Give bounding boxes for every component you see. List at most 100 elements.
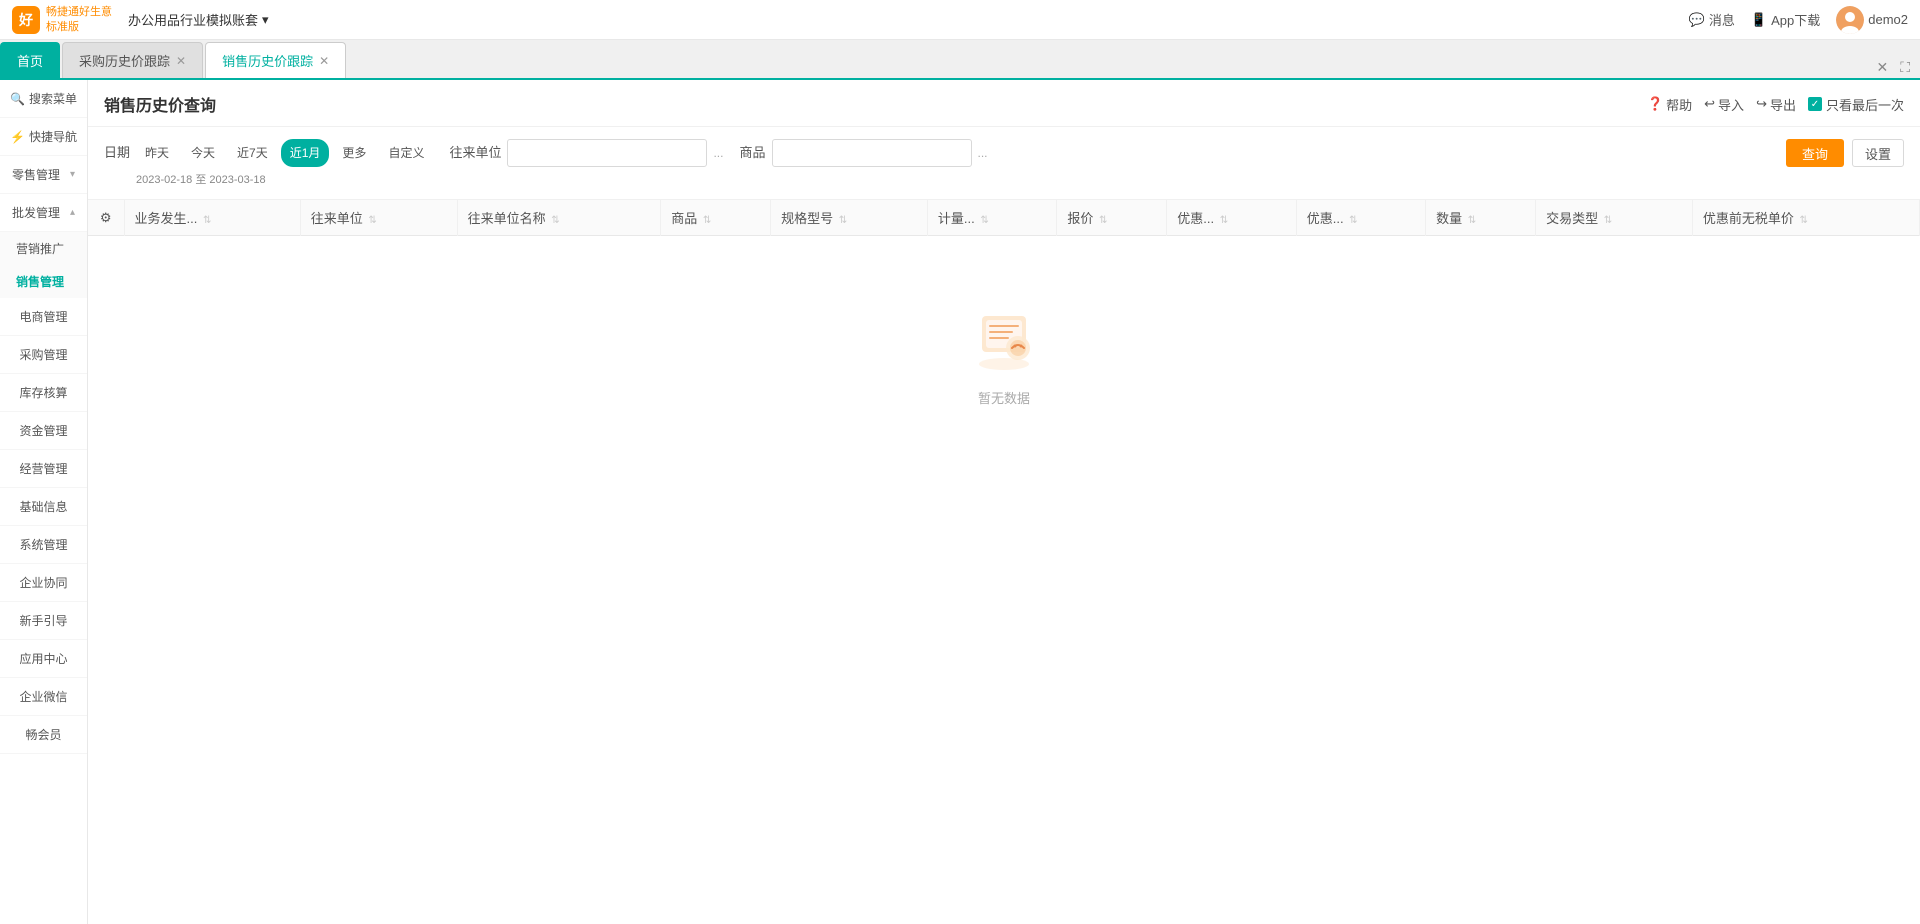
sidebar-item-purchase-mgr[interactable]: 采购管理	[0, 336, 87, 374]
sidebar-sub-item-marketing[interactable]: 营销推广	[0, 232, 87, 265]
col-unit[interactable]: 计量... ⇅	[927, 200, 1056, 236]
import-icon: ↩	[1704, 96, 1715, 112]
logo-area: 好 畅捷通好生意 标准版	[12, 5, 112, 34]
sidebar-label-guide: 新手引导	[19, 612, 67, 629]
col-trade-type[interactable]: 交易类型 ⇅	[1536, 200, 1693, 236]
product-input-group: ...	[772, 139, 988, 167]
settings-button[interactable]: 设置	[1852, 139, 1904, 167]
username-label: demo2	[1868, 12, 1908, 27]
product-input[interactable]	[772, 139, 972, 167]
date-btn-today[interactable]: 今天	[182, 139, 224, 167]
col-discount1[interactable]: 优惠... ⇅	[1167, 200, 1296, 236]
date-btn-1month[interactable]: 近1月	[281, 139, 330, 167]
date-btn-7days[interactable]: 近7天	[228, 139, 277, 167]
date-btn-custom[interactable]: 自定义	[379, 139, 433, 167]
sidebar-item-retail[interactable]: 零售管理 ▾	[0, 156, 87, 194]
sidebar-item-inventory[interactable]: 库存核算	[0, 374, 87, 412]
sidebar-item-guide[interactable]: 新手引导	[0, 602, 87, 640]
import-button[interactable]: ↩ 导入	[1704, 95, 1744, 114]
sidebar-sub-item-sales-mgr[interactable]: 销售管理	[0, 265, 87, 298]
product-dots[interactable]: ...	[978, 146, 988, 160]
sidebar-label-inventory: 库存核算	[19, 384, 67, 401]
export-label: 导出	[1770, 95, 1796, 114]
tab-purchase[interactable]: 采购历史价跟踪 ✕	[62, 42, 203, 78]
col-qty[interactable]: 数量 ⇅	[1426, 200, 1536, 236]
sidebar-item-member[interactable]: 畅会员	[0, 716, 87, 754]
help-icon: ❓	[1647, 96, 1663, 112]
message-button[interactable]: 💬 消息	[1689, 10, 1735, 29]
date-filter-label: 日期	[104, 139, 130, 167]
col-biz-date[interactable]: 业务发生... ⇅	[124, 200, 300, 236]
partner-input[interactable]	[507, 139, 707, 167]
col-partner-code[interactable]: 往来单位 ⇅	[300, 200, 457, 236]
filter-group-date: 日期 昨天 今天 近7天 近1月 更多 自定义 2023-02-18 至 202…	[104, 139, 433, 187]
sidebar-item-enterprise[interactable]: 企业协同	[0, 564, 87, 602]
user-profile[interactable]: demo2	[1836, 6, 1908, 34]
sidebar-label-member: 畅会员	[25, 726, 61, 743]
sidebar-label-basic: 基础信息	[19, 498, 67, 515]
message-label: 消息	[1709, 10, 1735, 29]
sidebar-item-system[interactable]: 系统管理	[0, 526, 87, 564]
date-range-text: 2023-02-18 至 2023-03-18	[136, 171, 433, 187]
date-btn-more[interactable]: 更多	[333, 139, 375, 167]
sidebar-item-operations[interactable]: 经营管理	[0, 450, 87, 488]
sidebar-label-purchase-mgr: 采购管理	[19, 346, 67, 363]
empty-state: 暂无数据	[88, 236, 1920, 467]
close-tab-action-icon[interactable]: ✕	[1874, 57, 1890, 78]
workspace-selector[interactable]: 办公用品行业模拟账套 ▾	[120, 6, 277, 33]
search-icon: 🔍	[10, 92, 25, 106]
sidebar-item-wholesale[interactable]: 批发管理 ▴	[0, 194, 87, 232]
col-product[interactable]: 商品 ⇅	[661, 200, 771, 236]
message-icon: 💬	[1689, 12, 1705, 28]
avatar	[1836, 6, 1864, 34]
logo-text: 畅捷通好生意 标准版	[46, 5, 112, 34]
sidebar-item-finance[interactable]: 资金管理	[0, 412, 87, 450]
import-label: 导入	[1718, 95, 1744, 114]
date-options: 昨天 今天 近7天 近1月 更多 自定义 2023-02-18 至 2023-0…	[136, 139, 433, 187]
sidebar-label-ecommerce: 电商管理	[19, 308, 67, 325]
sidebar-label-marketing: 营销推广	[16, 242, 64, 256]
sidebar-item-basic[interactable]: 基础信息	[0, 488, 87, 526]
chevron-up-icon-wholesale: ▴	[70, 207, 75, 218]
chevron-down-icon: ▾	[262, 12, 269, 28]
col-settings[interactable]: ⚙	[88, 200, 124, 236]
partner-input-group: ...	[507, 139, 723, 167]
top-bar-left: 好 畅捷通好生意 标准版 办公用品行业模拟账套 ▾	[12, 5, 277, 34]
close-purchase-tab-icon[interactable]: ✕	[176, 55, 186, 67]
sidebar-item-shortcut[interactable]: ⚡ 快捷导航	[0, 118, 87, 156]
col-tax-price[interactable]: 优惠前无税单价 ⇅	[1692, 200, 1919, 236]
avatar-image	[1836, 6, 1864, 34]
sidebar-item-search[interactable]: 🔍 搜索菜单	[0, 80, 87, 118]
only-last-checkbox[interactable]: ✓ 只看最后一次	[1808, 95, 1904, 114]
date-btn-yesterday[interactable]: 昨天	[136, 139, 178, 167]
export-button[interactable]: ↪ 导出	[1756, 95, 1796, 114]
data-table: ⚙ 业务发生... ⇅ 往来单位 ⇅ 往来单位名称 ⇅ 商品 ⇅ 规格型号 ⇅ …	[88, 200, 1920, 236]
sidebar-label-sales-mgr: 销售管理	[16, 275, 64, 289]
fullscreen-icon[interactable]: ⛶	[1898, 57, 1912, 78]
query-button[interactable]: 查询	[1786, 139, 1844, 167]
sidebar-item-apps[interactable]: 应用中心	[0, 640, 87, 678]
tab-sales[interactable]: 销售历史价跟踪 ✕	[205, 42, 346, 78]
close-sales-tab-icon[interactable]: ✕	[319, 55, 329, 67]
empty-text: 暂无数据	[978, 388, 1030, 407]
empty-state-icon	[964, 296, 1044, 376]
help-button[interactable]: ❓ 帮助	[1647, 95, 1692, 114]
col-discount2[interactable]: 优惠... ⇅	[1296, 200, 1425, 236]
filter-bar: 日期 昨天 今天 近7天 近1月 更多 自定义 2023-02-18 至 202…	[88, 127, 1920, 200]
partner-dots[interactable]: ...	[713, 146, 723, 160]
table-container: ⚙ 业务发生... ⇅ 往来单位 ⇅ 往来单位名称 ⇅ 商品 ⇅ 规格型号 ⇅ …	[88, 200, 1920, 924]
col-partner-name[interactable]: 往来单位名称 ⇅	[457, 200, 661, 236]
sidebar: 🔍 搜索菜单 ⚡ 快捷导航 零售管理 ▾ 批发管理 ▴ 营销推广 销售管理 电商…	[0, 80, 88, 924]
sidebar-label-search: 搜索菜单	[29, 90, 77, 107]
app-download-button[interactable]: 📱 App下载	[1751, 10, 1820, 29]
header-row: ⚙ 业务发生... ⇅ 往来单位 ⇅ 往来单位名称 ⇅ 商品 ⇅ 规格型号 ⇅ …	[88, 200, 1920, 236]
col-spec[interactable]: 规格型号 ⇅	[771, 200, 928, 236]
page-title: 销售历史价查询	[104, 92, 216, 116]
checkbox-checked-icon: ✓	[1808, 97, 1822, 111]
col-quote[interactable]: 报价 ⇅	[1057, 200, 1167, 236]
tab-home[interactable]: 首页	[0, 42, 60, 78]
sidebar-label-wholesale: 批发管理	[12, 204, 60, 221]
home-label: 首页	[17, 51, 43, 70]
sidebar-item-wechat[interactable]: 企业微信	[0, 678, 87, 716]
sidebar-item-ecommerce[interactable]: 电商管理	[0, 298, 87, 336]
